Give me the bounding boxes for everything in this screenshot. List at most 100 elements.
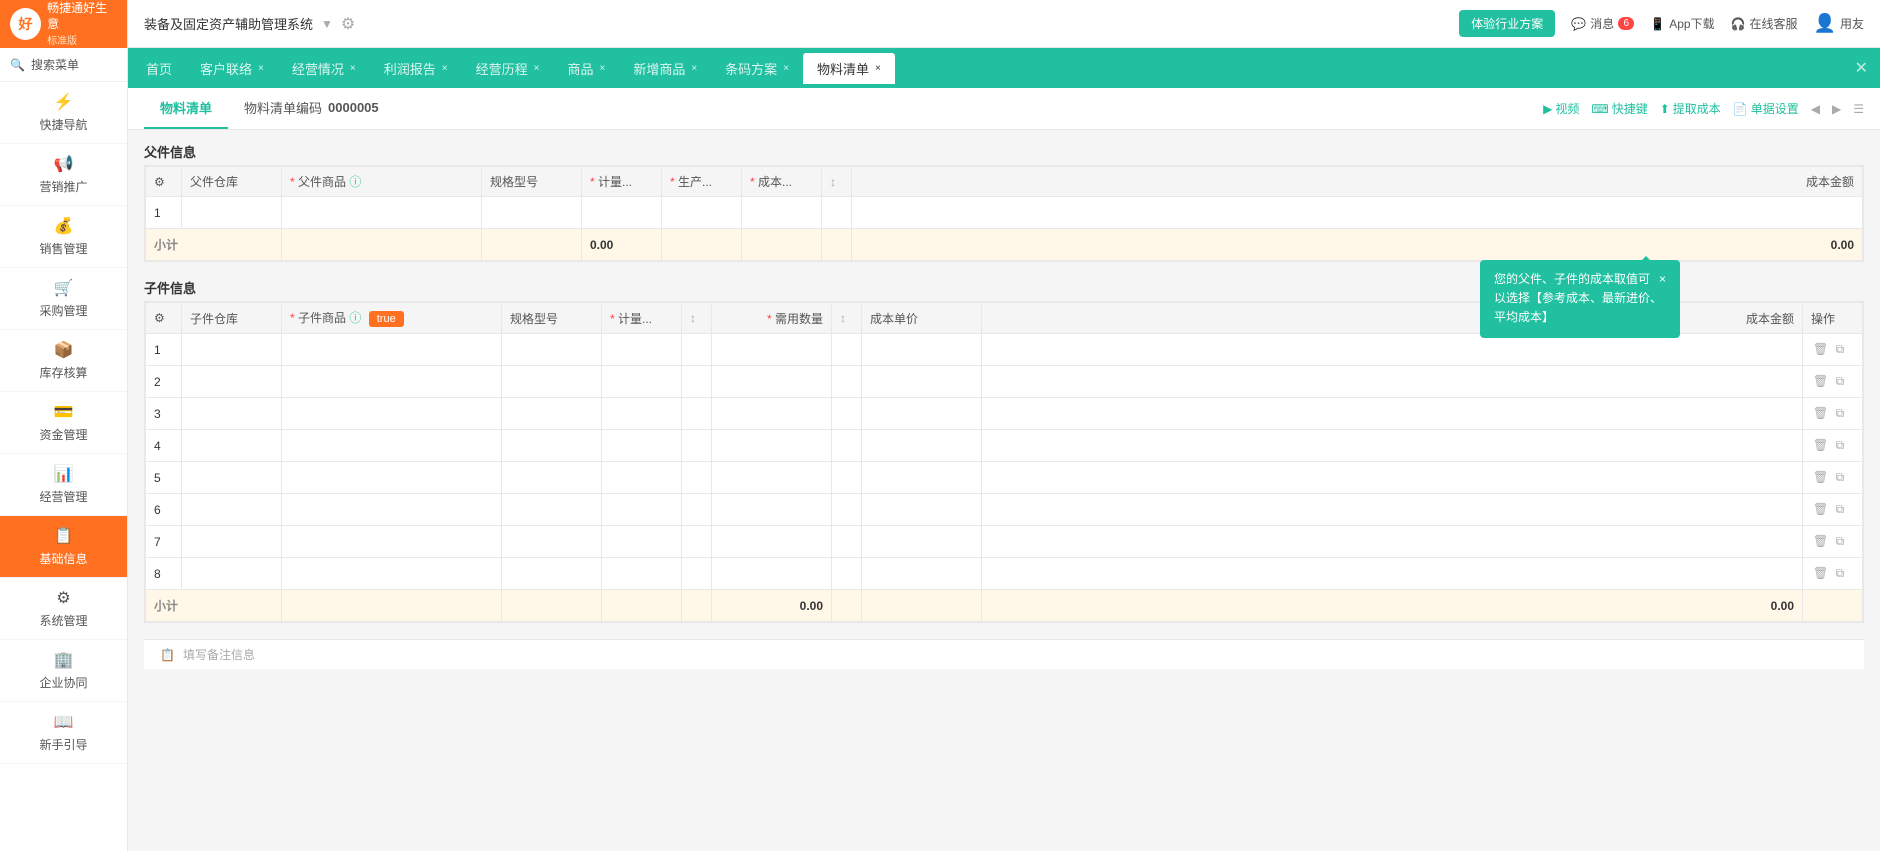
child-row-warehouse[interactable] [182, 462, 282, 494]
sidebar-item-finance[interactable]: 💳 资金管理 [0, 392, 127, 454]
tab-bom-close[interactable]: × [875, 63, 881, 74]
parent-row-unit[interactable] [582, 197, 662, 229]
tab-operation[interactable]: 经营情况 × [278, 53, 370, 84]
child-row-warehouse[interactable] [182, 334, 282, 366]
delete-row-button[interactable]: 🗑 [1813, 374, 1828, 388]
tab-profit-close[interactable]: × [442, 63, 448, 74]
child-col-settings[interactable]: ⚙ [146, 303, 182, 334]
delete-row-button[interactable]: 🗑 [1813, 438, 1828, 452]
copy-row-button[interactable]: ⧉ [1836, 502, 1845, 516]
parent-row-production[interactable] [662, 197, 742, 229]
copy-row-button[interactable]: ⧉ [1836, 342, 1845, 356]
child-row-unit[interactable] [602, 462, 682, 494]
trial-button[interactable]: 体验行业方案 [1459, 10, 1555, 37]
child-row-warehouse[interactable] [182, 398, 282, 430]
delete-row-button[interactable]: 🗑 [1813, 502, 1828, 516]
list-view-button[interactable]: ☰ [1853, 102, 1864, 116]
child-row-goods[interactable] [282, 430, 502, 462]
settings-icon[interactable]: ⚙ [341, 14, 355, 34]
child-row-unit[interactable] [602, 558, 682, 590]
nav-prev-button[interactable]: ◀ [1811, 102, 1820, 116]
tooltip-close-button[interactable]: × [1659, 270, 1666, 289]
child-row-spec[interactable] [502, 462, 602, 494]
child-row-quantity[interactable] [712, 430, 832, 462]
sidebar-item-marketing[interactable]: 📢 营销推广 [0, 144, 127, 206]
message-button[interactable]: 💬 消息 6 [1571, 15, 1634, 32]
sidebar-item-system[interactable]: ⚙ 系统管理 [0, 578, 127, 640]
child-row-warehouse[interactable] [182, 494, 282, 526]
child-row-quantity[interactable] [712, 398, 832, 430]
sidebar-item-basic[interactable]: 📋 基础信息 [0, 516, 127, 578]
child-row-quantity[interactable] [712, 494, 832, 526]
child-row-spec[interactable] [502, 526, 602, 558]
child-row-quantity[interactable] [712, 462, 832, 494]
copy-row-button[interactable]: ⧉ [1836, 406, 1845, 420]
sub-tab-bom-code[interactable]: 物料清单编码 0000005 [228, 88, 395, 129]
copy-row-button[interactable]: ⧉ [1836, 534, 1845, 548]
child-row-spec[interactable] [502, 398, 602, 430]
tab-new-goods[interactable]: 新增商品 × [619, 53, 711, 84]
child-row-unit-cost[interactable] [862, 398, 982, 430]
tab-goods[interactable]: 商品 × [553, 53, 619, 84]
sidebar-item-inventory[interactable]: 📦 库存核算 [0, 330, 127, 392]
delete-row-button[interactable]: 🗑 [1813, 470, 1828, 484]
sidebar-item-enterprise[interactable]: 🏢 企业协同 [0, 640, 127, 702]
child-row-spec[interactable] [502, 494, 602, 526]
copy-row-button[interactable]: ⧉ [1836, 438, 1845, 452]
tab-barcode-close[interactable]: × [783, 63, 789, 74]
child-row-goods[interactable] [282, 334, 502, 366]
child-row-unit-cost[interactable] [862, 366, 982, 398]
child-row-goods[interactable] [282, 366, 502, 398]
parent-col-settings[interactable]: ⚙ [146, 167, 182, 197]
copy-row-button[interactable]: ⧉ [1836, 566, 1845, 580]
child-row-unit-cost[interactable] [862, 526, 982, 558]
child-row-unit-cost[interactable] [862, 462, 982, 494]
copy-row-button[interactable]: ⧉ [1836, 470, 1845, 484]
child-row-unit[interactable] [602, 526, 682, 558]
sidebar-item-guide[interactable]: 📖 新手引导 [0, 702, 127, 764]
parent-col-cost-sort[interactable]: ↕ [822, 167, 852, 197]
child-row-quantity[interactable] [712, 558, 832, 590]
sidebar-item-sales[interactable]: 💰 销售管理 [0, 206, 127, 268]
tab-customer[interactable]: 客户联络 × [186, 53, 278, 84]
tab-new-goods-close[interactable]: × [691, 63, 697, 74]
scan-input-button[interactable]: true [369, 311, 404, 327]
child-row-unit[interactable] [602, 398, 682, 430]
child-row-warehouse[interactable] [182, 430, 282, 462]
child-row-quantity[interactable] [712, 526, 832, 558]
user-button[interactable]: 👤 用友 [1814, 13, 1864, 34]
copy-row-button[interactable]: ⧉ [1836, 374, 1845, 388]
child-row-quantity[interactable] [712, 366, 832, 398]
single-settings-button[interactable]: 📄 单据设置 [1733, 100, 1799, 117]
child-row-goods[interactable] [282, 462, 502, 494]
child-row-goods[interactable] [282, 398, 502, 430]
child-row-goods[interactable] [282, 494, 502, 526]
tab-goods-close[interactable]: × [599, 63, 605, 74]
child-row-spec[interactable] [502, 366, 602, 398]
child-row-warehouse[interactable] [182, 558, 282, 590]
child-col-unit-cost-sort[interactable]: ↕ [832, 303, 862, 334]
view-button[interactable]: ▶ 视频 [1543, 100, 1579, 117]
shortcut-button[interactable]: ⌨ 快捷键 [1591, 100, 1647, 117]
child-row-quantity[interactable] [712, 334, 832, 366]
child-row-spec[interactable] [502, 430, 602, 462]
child-row-spec[interactable] [502, 334, 602, 366]
child-row-unit[interactable] [602, 430, 682, 462]
tab-barcode[interactable]: 条码方案 × [711, 53, 803, 84]
delete-row-button[interactable]: 🗑 [1813, 342, 1828, 356]
child-row-warehouse[interactable] [182, 366, 282, 398]
tab-home[interactable]: 首页 [132, 53, 186, 84]
tab-bom[interactable]: 物料清单 × [803, 53, 895, 84]
tab-history[interactable]: 经营历程 × [462, 53, 554, 84]
delete-row-button[interactable]: 🗑 [1813, 406, 1828, 420]
child-col-quantity-sort[interactable]: ↕ [682, 303, 712, 334]
delete-row-button[interactable]: 🗑 [1813, 566, 1828, 580]
child-row-goods[interactable] [282, 526, 502, 558]
child-row-unit-cost[interactable] [862, 558, 982, 590]
child-row-unit[interactable] [602, 366, 682, 398]
parent-row-warehouse[interactable] [182, 197, 282, 229]
sidebar-item-operations[interactable]: 📊 经营管理 [0, 454, 127, 516]
parent-row-cost[interactable] [742, 197, 822, 229]
child-row-unit-cost[interactable] [862, 430, 982, 462]
child-row-unit-cost[interactable] [862, 334, 982, 366]
